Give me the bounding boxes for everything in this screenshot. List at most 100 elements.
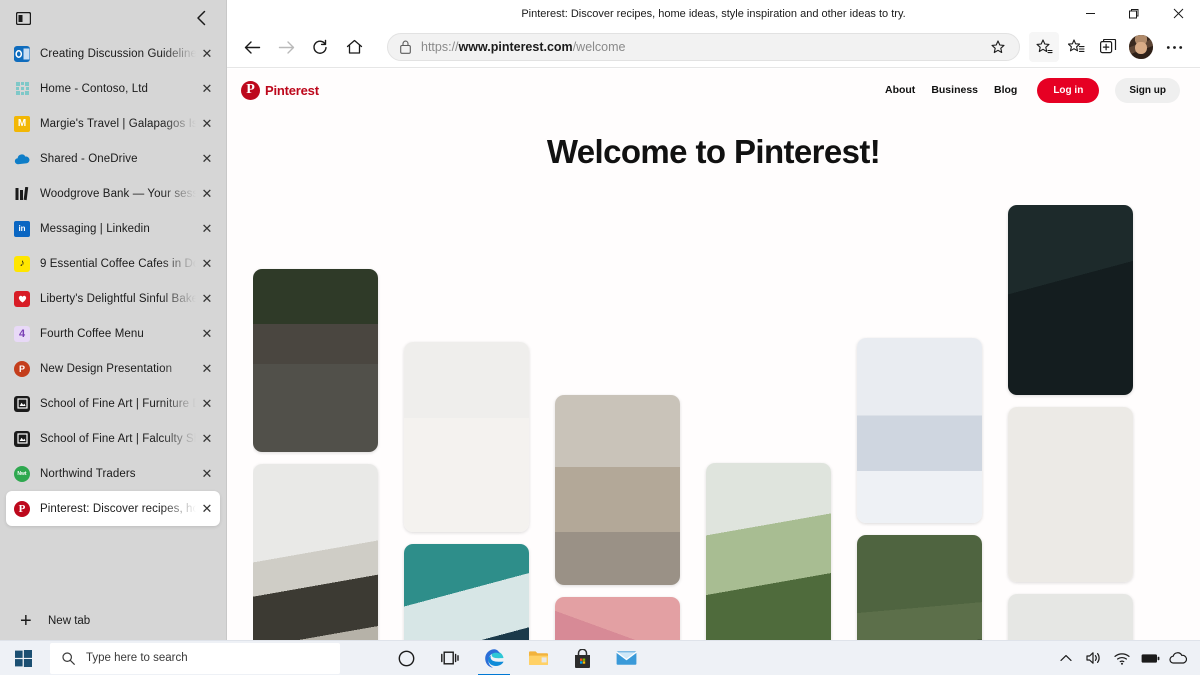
reload-button[interactable] <box>305 32 335 62</box>
fine-art-icon <box>14 395 30 412</box>
home-button[interactable] <box>339 32 369 62</box>
tab-title: Pinterest: Discover recipes, ho <box>40 502 196 515</box>
tab-item[interactable]: P New Design Presentation ✕ <box>6 351 220 386</box>
linkedin-icon: in <box>14 220 30 237</box>
close-tab-icon[interactable]: ✕ <box>198 290 216 308</box>
close-tab-icon[interactable]: ✕ <box>198 360 216 378</box>
close-tab-icon[interactable]: ✕ <box>198 430 216 448</box>
windows-start-icon[interactable] <box>0 641 46 675</box>
tab-title: Creating Discussion Guidelines <box>40 47 196 60</box>
tab-item[interactable]: Woodgrove Bank — Your sessio ✕ <box>6 176 220 211</box>
collections-icon[interactable] <box>1093 32 1123 62</box>
mail-icon[interactable] <box>604 641 648 675</box>
pin-card[interactable] <box>404 342 529 532</box>
ellipsis-icon[interactable] <box>1159 32 1189 62</box>
tab-title: School of Fine Art | Falculty Sho <box>40 432 196 445</box>
battery-icon[interactable] <box>1136 641 1164 675</box>
back-button[interactable] <box>237 32 267 62</box>
show-hidden-icons-icon[interactable] <box>1052 641 1080 675</box>
tab-item[interactable]: ♪ 9 Essential Coffee Cafes in Dow ✕ <box>6 246 220 281</box>
pin-card[interactable] <box>857 535 982 640</box>
edge-icon[interactable] <box>472 641 516 675</box>
pin-card[interactable] <box>555 597 680 640</box>
tab-list: Creating Discussion Guidelines ✕ Home - Co… <box>0 36 226 598</box>
powerpoint-icon: P <box>14 360 30 377</box>
close-tab-icon[interactable]: ✕ <box>198 395 216 413</box>
tab-item[interactable]: Creating Discussion Guidelines ✕ <box>6 36 220 71</box>
street-style-coat <box>555 395 680 585</box>
tab-item[interactable]: Nwt Northwind Traders ✕ <box>6 456 220 491</box>
close-tab-icon[interactable]: ✕ <box>198 255 216 273</box>
close-tab-icon[interactable]: ✕ <box>198 500 216 518</box>
new-tab-button[interactable]: + New tab <box>6 602 220 640</box>
pin-card[interactable] <box>404 544 529 640</box>
maximize-restore-button[interactable] <box>1112 0 1156 27</box>
close-tab-icon[interactable]: ✕ <box>198 325 216 343</box>
star-add-icon[interactable] <box>985 34 1011 60</box>
search-icon <box>62 651 75 665</box>
pinterest-logo[interactable]: P Pinterest <box>241 80 319 100</box>
address-bar[interactable]: https://www.pinterest.com/welcome <box>387 33 1020 61</box>
nav-link-business[interactable]: Business <box>931 84 978 96</box>
chevron-left-icon[interactable] <box>190 7 212 29</box>
favorites-icon[interactable] <box>1029 32 1059 62</box>
tab-item[interactable]: Home - Contoso, Ltd ✕ <box>6 71 220 106</box>
tab-item[interactable]: M Margie's Travel | Galapagos Isla ✕ <box>6 106 220 141</box>
vertical-tabs-icon[interactable] <box>12 7 34 29</box>
tab-title: School of Fine Art | Furniture D <box>40 397 196 410</box>
login-button[interactable]: Log in <box>1037 77 1100 103</box>
pin-card[interactable] <box>1008 205 1133 395</box>
close-tab-icon[interactable]: ✕ <box>198 220 216 238</box>
tab-title: Liberty's Delightful Sinful Baker <box>40 292 196 305</box>
tab-item[interactable]: P Pinterest: Discover recipes, ho ✕ <box>6 491 220 526</box>
pin-card[interactable] <box>1008 407 1133 582</box>
page-content: P Pinterest About Business Blog Log in S… <box>227 69 1200 640</box>
avatar[interactable] <box>1129 35 1153 59</box>
microsoft-store-icon[interactable] <box>560 641 604 675</box>
tab-item[interactable]: 4 Fourth Coffee Menu ✕ <box>6 316 220 351</box>
task-view-icon[interactable] <box>428 641 472 675</box>
close-button[interactable] <box>1156 0 1200 27</box>
outlook-icon <box>14 45 30 62</box>
tab-item[interactable]: in Messaging | Linkedin ✕ <box>6 211 220 246</box>
greenhouse-conservatory <box>706 463 831 640</box>
rope-weaving-hands <box>1008 205 1133 395</box>
pin-card[interactable] <box>706 463 831 640</box>
file-explorer-icon[interactable] <box>516 641 560 675</box>
forward-button[interactable] <box>271 32 301 62</box>
pin-card[interactable] <box>1008 594 1133 640</box>
volume-icon[interactable] <box>1080 641 1108 675</box>
signup-button[interactable]: Sign up <box>1115 77 1180 103</box>
tab-item[interactable]: Liberty's Delightful Sinful Baker ✕ <box>6 281 220 316</box>
tab-item[interactable]: School of Fine Art | Falculty Sho ✕ <box>6 421 220 456</box>
close-tab-icon[interactable]: ✕ <box>198 185 216 203</box>
nav-link-about[interactable]: About <box>885 84 915 96</box>
pinterest-icon: P <box>14 500 30 517</box>
window-controls <box>1068 0 1200 27</box>
onedrive-icon[interactable] <box>1164 641 1192 675</box>
pinterest-header: P Pinterest About Business Blog Log in S… <box>227 69 1200 111</box>
minimize-button[interactable] <box>1068 0 1112 27</box>
pinterest-nav: About Business Blog Log in Sign up <box>885 77 1180 103</box>
wifi-icon[interactable] <box>1108 641 1136 675</box>
pin-card[interactable] <box>555 395 680 585</box>
close-tab-icon[interactable]: ✕ <box>198 150 216 168</box>
close-tab-icon[interactable]: ✕ <box>198 45 216 63</box>
tab-title: Home - Contoso, Ltd <box>40 82 149 95</box>
favorites-list-icon[interactable] <box>1061 32 1091 62</box>
vertical-tab-sidebar: Creating Discussion Guidelines ✕ Home - Co… <box>0 0 226 640</box>
browser-toolbar: https://www.pinterest.com/welcome <box>227 27 1200 68</box>
close-tab-icon[interactable]: ✕ <box>198 80 216 98</box>
pin-card[interactable] <box>857 338 982 523</box>
nav-link-blog[interactable]: Blog <box>994 84 1017 96</box>
cortana-icon[interactable] <box>384 641 428 675</box>
pin-card[interactable] <box>253 269 378 452</box>
tab-item[interactable]: Shared - OneDrive ✕ <box>6 141 220 176</box>
close-tab-icon[interactable]: ✕ <box>198 115 216 133</box>
page-title: Welcome to Pinterest! <box>546 133 881 170</box>
search-input[interactable]: Type here to search <box>50 642 340 674</box>
woodgrove-bank-icon <box>14 186 30 202</box>
pin-card[interactable] <box>253 464 378 640</box>
close-tab-icon[interactable]: ✕ <box>198 465 216 483</box>
tab-item[interactable]: School of Fine Art | Furniture D ✕ <box>6 386 220 421</box>
